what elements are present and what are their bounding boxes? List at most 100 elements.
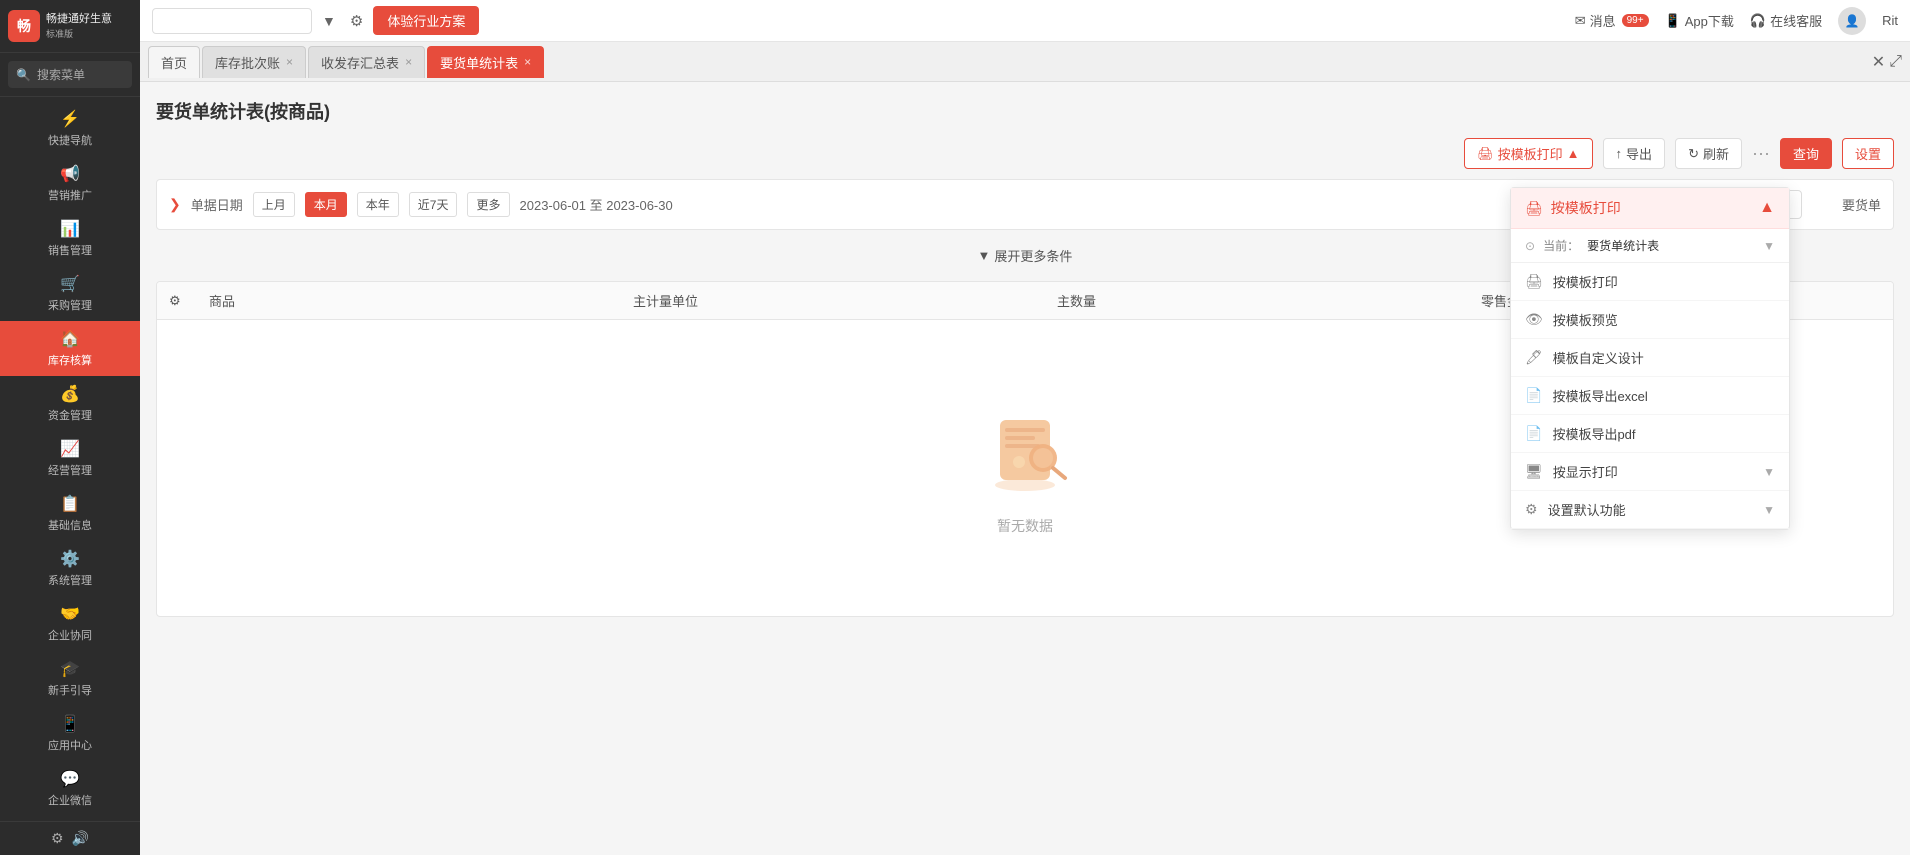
apps-label: 应用中心 [48,737,92,753]
export-button[interactable]: ↑ 导出 [1603,138,1666,169]
topbar-search-input[interactable] [152,8,312,34]
refresh-icon: ↻ [1688,146,1699,162]
filter-expand-button[interactable]: ❯ [169,196,181,213]
date-this-month-button[interactable]: 本月 [305,192,347,217]
sidebar-item-quicknav[interactable]: ⚡ 快捷导航 [0,101,140,156]
date-last-month-button[interactable]: 上月 [253,192,295,217]
avatar[interactable]: 👤 [1838,7,1866,35]
template-preview-label: 按模板预览 [1553,310,1618,329]
date-last-7days-button[interactable]: 近7天 [409,192,458,217]
th-settings[interactable]: ⚙ [157,293,197,309]
print-dropdown-close-button[interactable]: ▲ [1759,199,1775,217]
marketing-label: 营销推广 [48,187,92,203]
dropdown-item-export-excel[interactable]: 📄 按模板导出excel [1511,377,1789,415]
template-preview-icon: 👁 [1525,311,1543,328]
sales-icon: 📊 [60,219,80,239]
sidebar-item-sales[interactable]: 📊 销售管理 [0,211,140,266]
template-design-label: 模板自定义设计 [1553,348,1644,367]
date-more-button[interactable]: 更多 [467,192,509,217]
operation-icon: 📈 [60,439,80,459]
settings-bottom-button[interactable]: ⚙ [51,830,64,847]
sidebar-item-guide[interactable]: 🎓 新手引导 [0,651,140,706]
sidebar-nav: ⚡ 快捷导航 📢 营销推广 📊 销售管理 🛒 采购管理 🏠 库存核算 💰 资金管… [0,97,140,821]
page-title: 要货单统计表(按商品) [156,98,1894,124]
print-template-label: 按模板打印 [1498,144,1563,163]
dropdown-item-template-design[interactable]: 🖊 模板自定义设计 [1511,339,1789,377]
date-this-year-button[interactable]: 本年 [357,192,399,217]
sidebar-item-finance[interactable]: 💰 资金管理 [0,376,140,431]
export-excel-icon: 📄 [1525,387,1542,404]
main-area: ▼ ⚙ 体验行业方案 ✉ 消息 99+ 📱 App下载 🎧 在线客服 👤 Rit [140,0,1910,855]
marketing-icon: 📢 [60,164,80,184]
printer-dropdown-icon: 🖨 [1525,200,1543,217]
settings-button[interactable]: 设置 [1842,138,1894,169]
refresh-button[interactable]: ↻ 刷新 [1675,138,1742,169]
empty-text: 暂无数据 [997,516,1053,536]
tab-order-stats-label: 要货单统计表 [440,53,518,72]
sidebar-item-wechat[interactable]: 💬 企业微信 [0,761,140,816]
date-label: 单据日期 [191,195,243,214]
print-dropdown-title: 🖨 按模板打印 [1525,198,1621,218]
search-icon: 🔍 [16,68,31,82]
tab-inventory-batch[interactable]: 库存批次账 × [202,46,306,78]
dropdown-item-display-print[interactable]: 🖥 按显示打印 ▼ [1511,453,1789,491]
message-icon: ✉ [1575,13,1586,29]
sidebar-item-marketing[interactable]: 📢 营销推广 [0,156,140,211]
sidebar-item-basic[interactable]: 📋 基础信息 [0,486,140,541]
message-item[interactable]: ✉ 消息 99+ [1575,11,1649,30]
tab-order-stats[interactable]: 要货单统计表 × [427,46,544,78]
th-unit: 主计量单位 [621,291,1045,310]
display-print-label: 按显示打印 [1553,462,1618,481]
sidebar-item-apps[interactable]: 📱 应用中心 [0,706,140,761]
tab-close-window-button[interactable]: ✕ [1872,52,1885,72]
dropdown-item-default-settings[interactable]: ⚙ 设置默认功能 ▼ [1511,491,1789,529]
tab-order-stats-close[interactable]: × [524,55,531,69]
query-button[interactable]: 查询 [1780,138,1832,169]
avatar-placeholder: 👤 [1845,14,1860,28]
tab-maximize-button[interactable]: ⤢ [1889,52,1902,72]
enterprise-icon: 🤝 [60,604,80,624]
export-excel-label: 按模板导出excel [1552,386,1647,405]
sound-bottom-button[interactable]: 🔊 [72,830,89,847]
tab-home-label: 首页 [161,53,187,72]
headset-icon: 🎧 [1750,13,1766,29]
dropdown-item-template-print[interactable]: 🖨 按模板打印 [1511,263,1789,301]
search-menu-button[interactable]: 🔍 搜索菜单 [8,61,132,88]
tab-collection-summary-close[interactable]: × [405,55,412,69]
tab-home[interactable]: 首页 [148,46,200,78]
inventory-icon: 🏠 [60,329,80,349]
dropdown-item-template-preview[interactable]: 👁 按模板预览 [1511,301,1789,339]
guide-icon: 🎓 [60,659,80,679]
print-dropdown-header: 🖨 按模板打印 ▲ [1511,188,1789,229]
sidebar-bottom: ⚙ 🔊 [0,821,140,855]
sidebar-logo: 畅 畅捷通好生意 标准版 [0,0,140,53]
system-label: 系统管理 [48,572,92,588]
expand-icon: ▼ [978,248,991,263]
print-dropdown: 🖨 按模板打印 ▲ ⊙ 当前： 要货单统计表 ▼ 🖨 按模板打印 👁 按模板预览 [1510,187,1790,530]
cargo-label: 要货单 [1842,195,1881,214]
sidebar-item-system[interactable]: ⚙️ 系统管理 [0,541,140,596]
print-template-button[interactable]: 🖨 按模板打印 ▲ [1464,138,1592,169]
topbar-gear-button[interactable]: ⚙ [350,12,363,30]
sidebar-item-operation[interactable]: 📈 经营管理 [0,431,140,486]
sidebar-item-enterprise[interactable]: 🤝 企业协同 [0,596,140,651]
empty-illustration [975,400,1075,500]
purchase-icon: 🛒 [60,274,80,294]
sales-label: 销售管理 [48,242,92,258]
tab-inventory-batch-close[interactable]: × [286,55,293,69]
tab-collection-summary[interactable]: 收发存汇总表 × [308,46,425,78]
topbar-dropdown-button[interactable]: ▼ [322,13,336,29]
tabbar-controls: ✕ ⤢ [1872,52,1902,72]
trial-button[interactable]: 体验行业方案 [373,6,479,35]
sidebar-search-area: 🔍 搜索菜单 [0,53,140,97]
quicknav-label: 快捷导航 [48,132,92,148]
dropdown-item-export-pdf[interactable]: 📄 按模板导出pdf [1511,415,1789,453]
th-quantity: 主数量 [1045,291,1469,310]
more-actions-button[interactable]: ··· [1752,143,1770,164]
app-download-item[interactable]: 📱 App下载 [1665,11,1734,30]
expand-more-filter-button[interactable]: ▼ 展开更多条件 [978,246,1073,265]
sidebar-item-inventory[interactable]: 🏠 库存核算 [0,321,140,376]
online-service-item[interactable]: 🎧 在线客服 [1750,11,1822,30]
sidebar-item-purchase[interactable]: 🛒 采购管理 [0,266,140,321]
date-range-display: 2023-06-01 至 2023-06-30 [520,195,673,214]
